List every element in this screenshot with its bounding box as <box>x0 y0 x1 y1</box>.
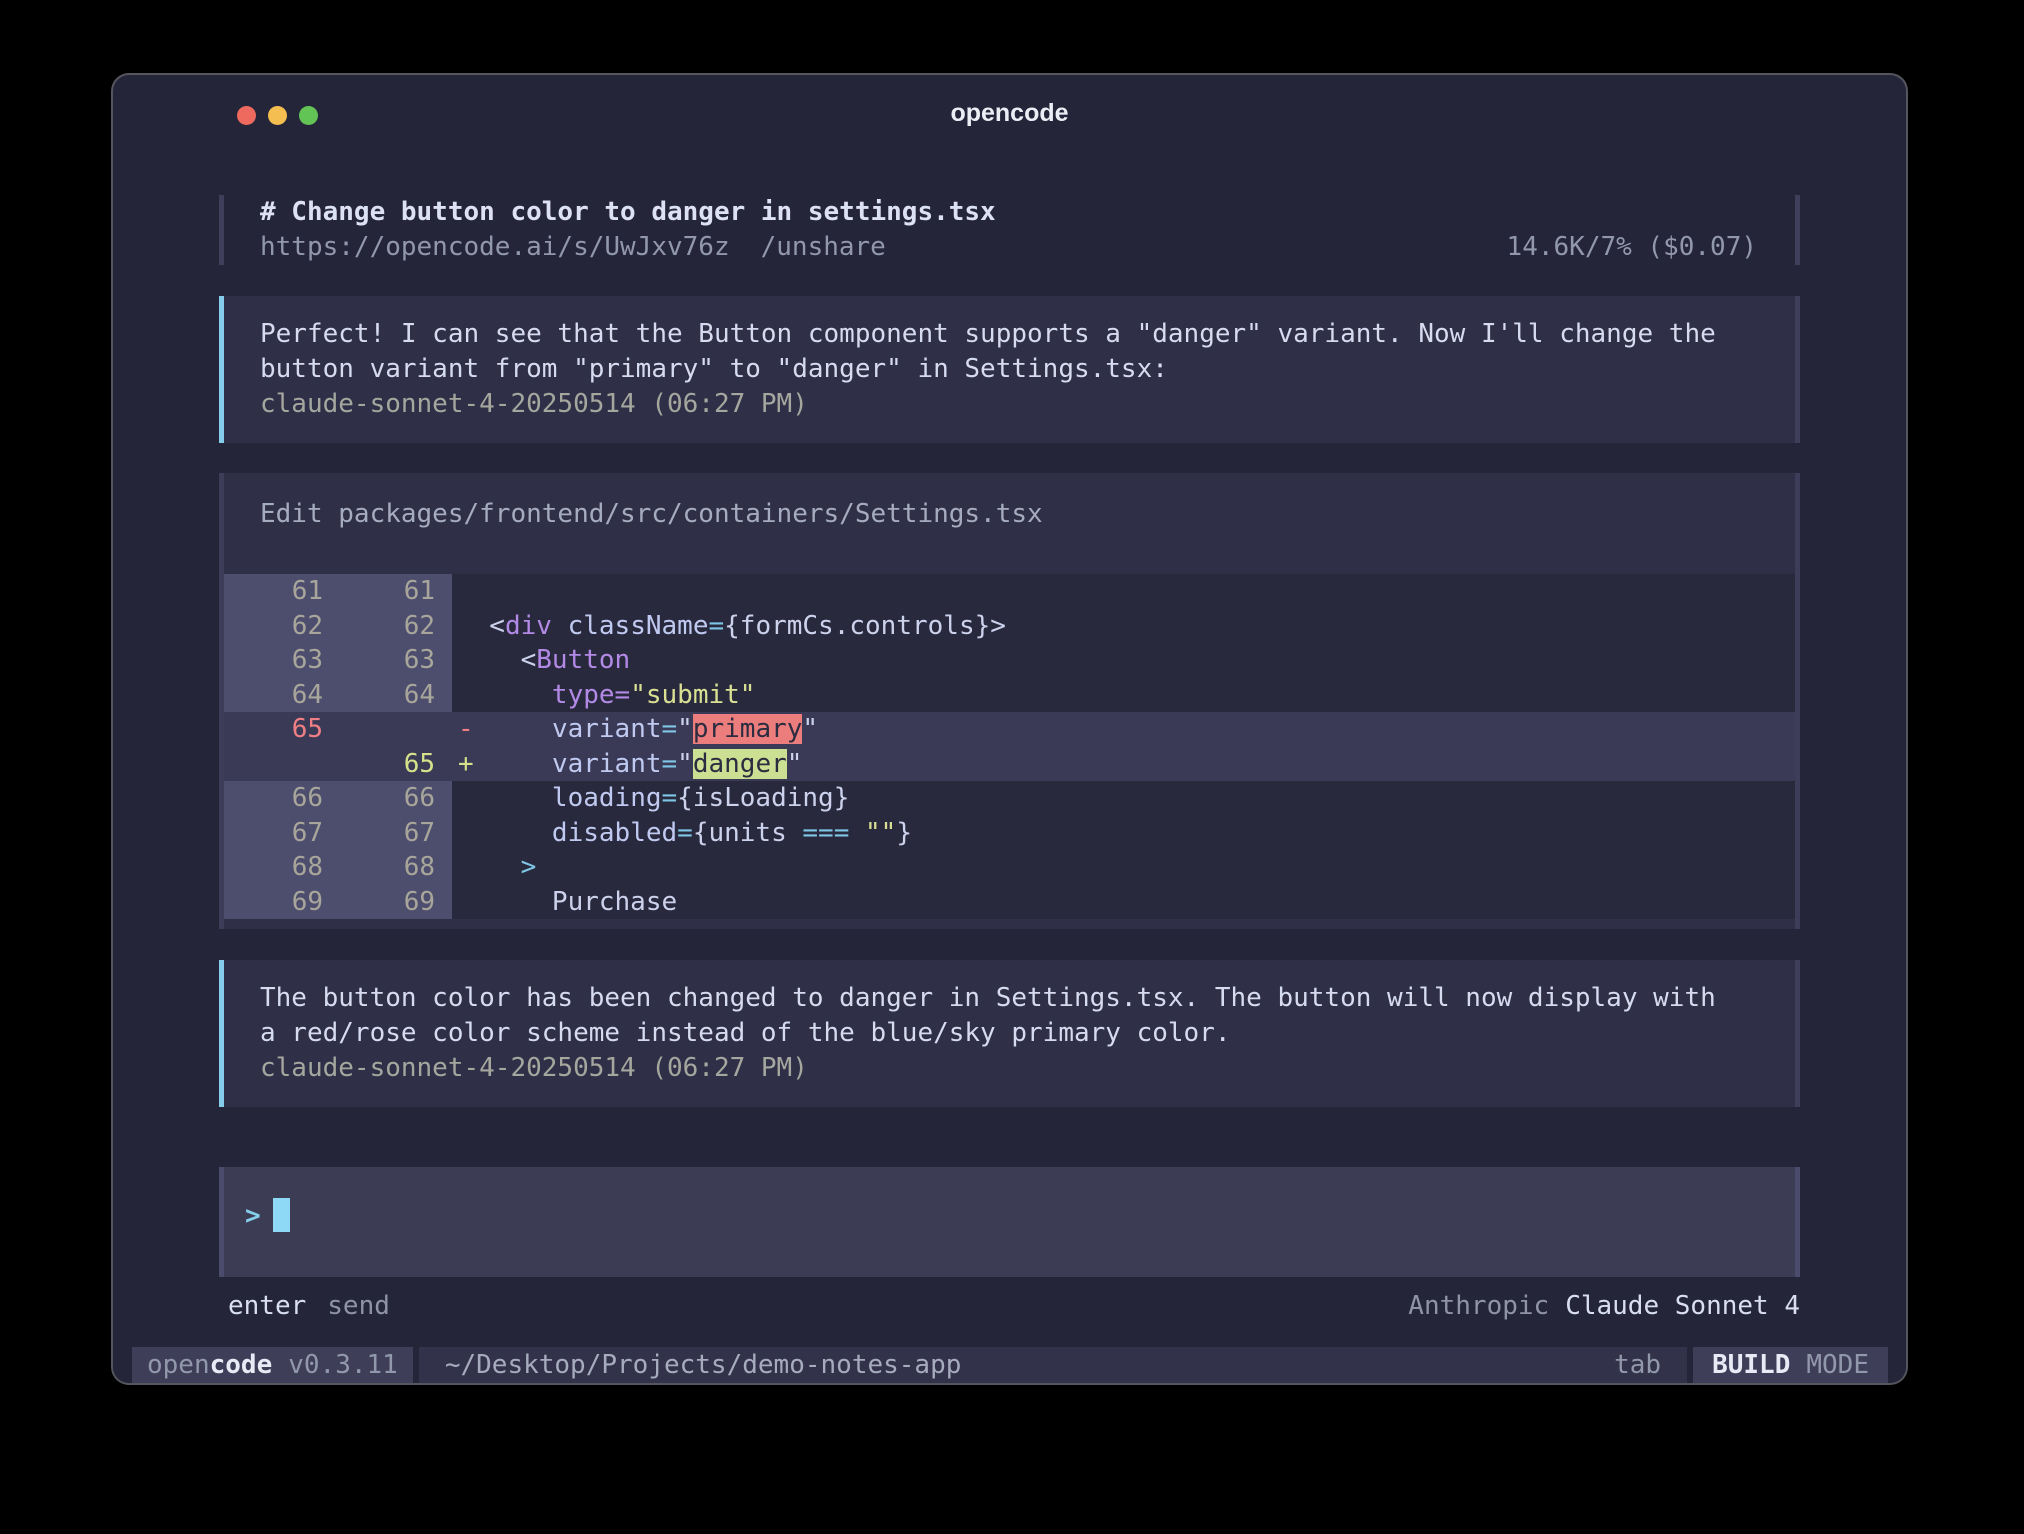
diff-code-line: disabled={units === ""} <box>452 816 1795 851</box>
mode-suffix: MODE <box>1806 1350 1869 1380</box>
working-directory: ~/Desktop/Projects/demo-notes-app <box>419 1347 988 1383</box>
diff-row: 6262 <div className={formCs.controls}> <box>224 609 1795 644</box>
app-name-code: code <box>210 1350 273 1380</box>
line-number-old: 64 <box>224 678 323 713</box>
diff-row: 65 + variant="danger" <box>224 747 1795 782</box>
message-text-line: a red/rose color scheme instead of the b… <box>260 1016 1759 1051</box>
line-number-new: 66 <box>323 781 435 816</box>
line-number-new: 67 <box>323 816 435 851</box>
line-number-old: 68 <box>224 850 323 885</box>
line-number-old: 67 <box>224 816 323 851</box>
prompt-input[interactable]: > <box>219 1167 1800 1277</box>
diff-code-line: type="submit" <box>452 678 1795 713</box>
send-action-label: send <box>327 1291 390 1321</box>
enter-key-label: enter <box>228 1291 306 1321</box>
diff-code-line: loading={isLoading} <box>452 781 1795 816</box>
assistant-message: Perfect! I can see that the Button compo… <box>219 296 1800 443</box>
hint-bar: enter send Anthropic Claude Sonnet 4 <box>219 1292 1800 1320</box>
session-title: # Change button color to danger in setti… <box>260 195 1757 230</box>
line-number-new: 68 <box>323 850 435 885</box>
app-name-open: open <box>147 1350 210 1380</box>
line-number-old: 65 <box>224 712 323 747</box>
diff-code-line <box>452 574 1795 609</box>
line-number-old: 62 <box>224 609 323 644</box>
edit-tool-title: Edit packages/frontend/src/containers/Se… <box>224 473 1795 532</box>
titlebar: opencode <box>113 75 1906 125</box>
line-number-gutter: 65 <box>224 747 452 782</box>
line-number-gutter: 6767 <box>224 816 452 851</box>
text-cursor <box>273 1198 290 1232</box>
unshare-command[interactable]: /unshare <box>761 232 886 262</box>
line-number-old: 63 <box>224 643 323 678</box>
diff-row: 6666 loading={isLoading} <box>224 781 1795 816</box>
line-number-gutter: 6868 <box>224 850 452 885</box>
window-title: opencode <box>113 99 1906 128</box>
diff-row: 6868 > <box>224 850 1795 885</box>
status-left: opencode v0.3.11 ~/Desktop/Projects/demo-… <box>132 1347 987 1383</box>
line-number-gutter: 65 <box>224 712 452 747</box>
message-text-line: Perfect! I can see that the Button compo… <box>260 317 1759 352</box>
diff-row: 65 - variant="primary" <box>224 712 1795 747</box>
token-usage: 14.6K/7% ($0.07) <box>1507 230 1757 265</box>
edit-tool-block: Edit packages/frontend/src/containers/Se… <box>219 473 1800 929</box>
message-text-line: button variant from "primary" to "danger… <box>260 352 1759 387</box>
diff-code-line: + variant="danger" <box>452 747 1795 782</box>
diff-code-line: > <box>452 850 1795 885</box>
line-number-gutter: 6969 <box>224 885 452 920</box>
line-number-gutter: 6666 <box>224 781 452 816</box>
provider-label: Anthropic <box>1408 1291 1549 1321</box>
tab-key-hint: tab <box>1588 1347 1687 1383</box>
diff-row: 6767 disabled={units === ""} <box>224 816 1795 851</box>
diff-table: 61616262 <div className={formCs.controls… <box>224 574 1795 919</box>
line-number-old: 69 <box>224 885 323 920</box>
message-text-line: The button color has been changed to dan… <box>260 981 1759 1016</box>
diff-code-line: <Button <box>452 643 1795 678</box>
app-version: v0.3.11 <box>288 1350 398 1380</box>
line-number-old: 61 <box>224 574 323 609</box>
mode-toggle-chip[interactable]: BUILD MODE <box>1693 1347 1888 1383</box>
opencode-window: opencode # Change button color to danger… <box>113 75 1906 1383</box>
diff-code-line: - variant="primary" <box>452 712 1795 747</box>
diff-row: 6161 <box>224 574 1795 609</box>
line-number-new: 64 <box>323 678 435 713</box>
line-number-new: 65 <box>323 747 435 782</box>
message-model-timestamp: claude-sonnet-4-20250514 (06:27 PM) <box>260 1051 1759 1086</box>
diff-code-line: <div className={formCs.controls}> <box>452 609 1795 644</box>
line-number-gutter: 6363 <box>224 643 452 678</box>
diff-row: 6464 type="submit" <box>224 678 1795 713</box>
status-spacer <box>987 1347 1588 1383</box>
mode-name: BUILD <box>1712 1350 1790 1380</box>
prompt-symbol: > <box>245 1201 261 1231</box>
line-number-gutter: 6464 <box>224 678 452 713</box>
line-number-gutter: 6161 <box>224 574 452 609</box>
line-number-new: 61 <box>323 574 435 609</box>
line-number-new: 63 <box>323 643 435 678</box>
line-number-old: 66 <box>224 781 323 816</box>
diff-row: 6969 Purchase <box>224 885 1795 920</box>
diff-row: 6363 <Button <box>224 643 1795 678</box>
app-version-chip: opencode v0.3.11 <box>132 1347 413 1383</box>
line-number-new: 62 <box>323 609 435 644</box>
main-content: # Change button color to danger in setti… <box>219 195 1800 1320</box>
line-number-new: 69 <box>323 885 435 920</box>
diff-code-line: Purchase <box>452 885 1795 920</box>
model-label: Claude Sonnet 4 <box>1565 1291 1800 1321</box>
line-number-new <box>323 712 435 747</box>
line-number-gutter: 6262 <box>224 609 452 644</box>
line-number-old <box>224 747 323 782</box>
session-header: # Change button color to danger in setti… <box>219 195 1800 265</box>
share-url-link[interactable]: https://opencode.ai/s/UwJxv76z <box>260 232 730 262</box>
send-hint: enter send <box>228 1292 390 1320</box>
model-indicator: Anthropic Claude Sonnet 4 <box>1408 1292 1800 1320</box>
message-model-timestamp: claude-sonnet-4-20250514 (06:27 PM) <box>260 387 1759 422</box>
assistant-message: The button color has been changed to dan… <box>219 960 1800 1107</box>
status-bar: opencode v0.3.11 ~/Desktop/Projects/demo-… <box>113 1347 1906 1383</box>
